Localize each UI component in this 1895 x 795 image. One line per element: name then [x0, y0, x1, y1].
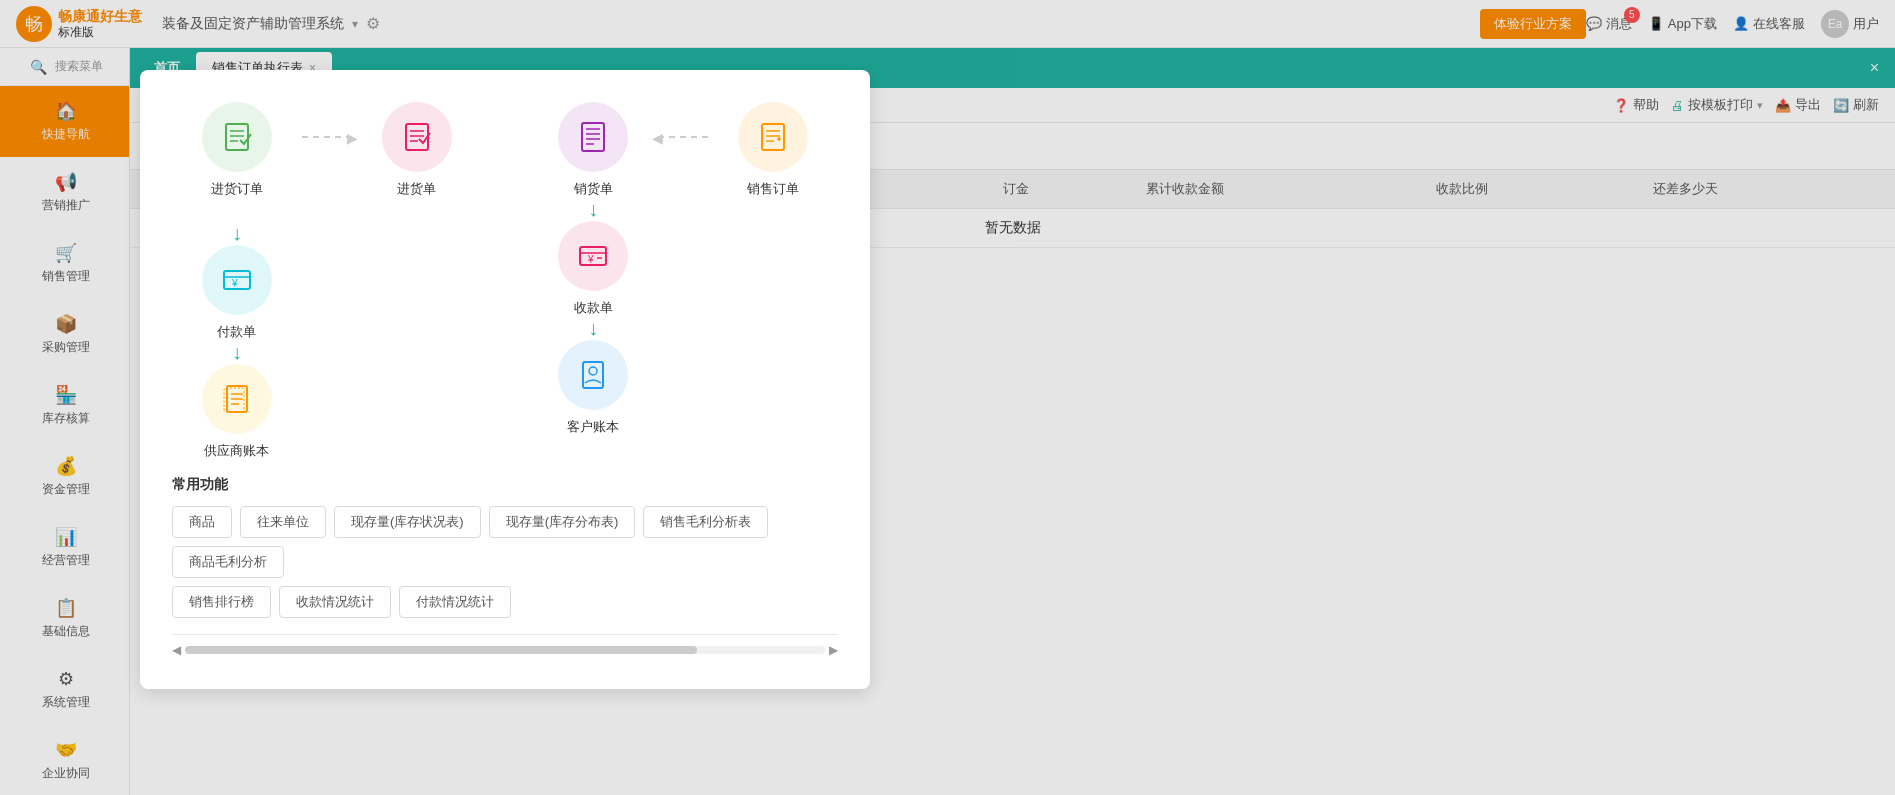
col1-arrow-down: ↓ [232, 222, 242, 245]
function-buttons-row2: 销售排行榜 收款情况统计 付款情况统计 [172, 586, 838, 618]
scroll-left-arrow[interactable]: ◀ [172, 643, 181, 657]
dashed-arrow-1: ▶ [302, 136, 352, 138]
svg-text:¥: ¥ [587, 254, 594, 265]
svg-rect-16 [582, 123, 604, 151]
flow-node-sales-bill[interactable]: 销货单 [558, 102, 628, 198]
common-functions: 常用功能 商品 往来单位 现存量(库存状况表) 现存量(库存分布表) 销售毛利分… [172, 476, 838, 618]
scroll-track[interactable] [185, 646, 825, 654]
sales-bill-label: 销货单 [574, 180, 613, 198]
supplier-account-circle [202, 364, 272, 434]
common-title: 常用功能 [172, 476, 838, 494]
purchase-bill-circle [382, 102, 452, 172]
modal: 进货订单 ↓ [140, 70, 870, 689]
col1-arrow-down2: ↓ [232, 341, 242, 364]
spacer-mid [482, 102, 529, 460]
modal-scrollbar: ◀ ▶ [172, 634, 838, 657]
h-arrow-1: ▶ [302, 102, 352, 460]
content-area: 首页 销售订单执行表 × × ❓ 帮助 🖨 [130, 48, 1895, 795]
flow-node-supplier-account[interactable]: 供应商账本 [202, 364, 272, 460]
sales-order-circle [738, 102, 808, 172]
supplier-account-label: 供应商账本 [204, 442, 269, 460]
main-layout: 🔍 搜索菜单 🏠 快捷导航 📢 营销推广 🛒 销售管理 📦 采购管理 🏪 [0, 48, 1895, 795]
flow-node-purchase-order[interactable]: 进货订单 [202, 102, 272, 198]
sales-order-label: 销售订单 [747, 180, 799, 198]
purchase-bill-label: 进货单 [397, 180, 436, 198]
svg-rect-12 [406, 124, 428, 150]
function-buttons-row1: 商品 往来单位 现存量(库存状况表) 现存量(库存分布表) 销售毛利分析表 商品… [172, 506, 838, 578]
svg-text:¥: ¥ [231, 278, 238, 289]
flow-col1: 进货订单 ↓ [172, 102, 302, 460]
func-btn-inventory-status[interactable]: 现存量(库存状况表) [334, 506, 481, 538]
func-btn-counterpart[interactable]: 往来单位 [240, 506, 326, 538]
flow-col2: 进货单 [352, 102, 482, 460]
receipt-bill-circle: ¥ [558, 221, 628, 291]
flow-node-purchase-bill[interactable]: 进货单 [382, 102, 452, 198]
scroll-right-arrow[interactable]: ▶ [829, 643, 838, 657]
svg-point-26 [589, 367, 597, 375]
flow-node-payment-bill[interactable]: ¥ 付款单 [202, 245, 272, 341]
flow-node-customer-account[interactable]: 客户账本 [558, 340, 628, 436]
col3-arrow-down: ↓ [588, 198, 598, 221]
func-btn-sales-ranking[interactable]: 销售排行榜 [172, 586, 271, 618]
purchase-order-circle [202, 102, 272, 172]
scroll-thumb [185, 646, 697, 654]
col3-arrow-down2: ↓ [588, 317, 598, 340]
receipt-bill-label: 收款单 [574, 299, 613, 317]
app-container: 畅 畅康通好生意 标准版 装备及固定资产辅助管理系统 ▾ ⚙ 体验行业方案 💬 … [0, 0, 1895, 795]
dashed-arrow-2: ◀ [658, 136, 708, 138]
col3-arrow: ↓ [588, 198, 598, 221]
h-arrow-2: ◀ [658, 102, 708, 460]
flow-node-receipt-bill[interactable]: ¥ 收款单 [558, 221, 628, 317]
func-btn-inventory-distribution[interactable]: 现存量(库存分布表) [489, 506, 636, 538]
func-btn-sales-profit-analysis[interactable]: 销售毛利分析表 [643, 506, 768, 538]
func-btn-product[interactable]: 商品 [172, 506, 232, 538]
flow-node-sales-order[interactable]: 销售订单 [738, 102, 808, 198]
flow-col3: 销货单 ↓ ¥ [528, 102, 658, 460]
purchase-order-label: 进货订单 [211, 180, 263, 198]
arrow-down-2: ↓ [232, 341, 242, 364]
payment-bill-circle: ¥ [202, 245, 272, 315]
modal-overlay[interactable]: 进货订单 ↓ [130, 48, 1895, 795]
col3-arrow2: ↓ [588, 317, 598, 340]
customer-account-circle [558, 340, 628, 410]
flow-diagram: 进货订单 ↓ [172, 102, 838, 460]
payment-bill-label: 付款单 [217, 323, 256, 341]
func-btn-payment-stats[interactable]: 付款情况统计 [399, 586, 511, 618]
arrow-down-1: ↓ [232, 222, 242, 245]
func-btn-receipt-stats[interactable]: 收款情况统计 [279, 586, 391, 618]
flow-col4: 销售订单 [708, 102, 838, 460]
sales-bill-circle [558, 102, 628, 172]
func-btn-product-profit-analysis[interactable]: 商品毛利分析 [172, 546, 284, 578]
svg-rect-27 [762, 124, 784, 150]
customer-account-label: 客户账本 [567, 418, 619, 436]
svg-rect-0 [226, 124, 248, 150]
